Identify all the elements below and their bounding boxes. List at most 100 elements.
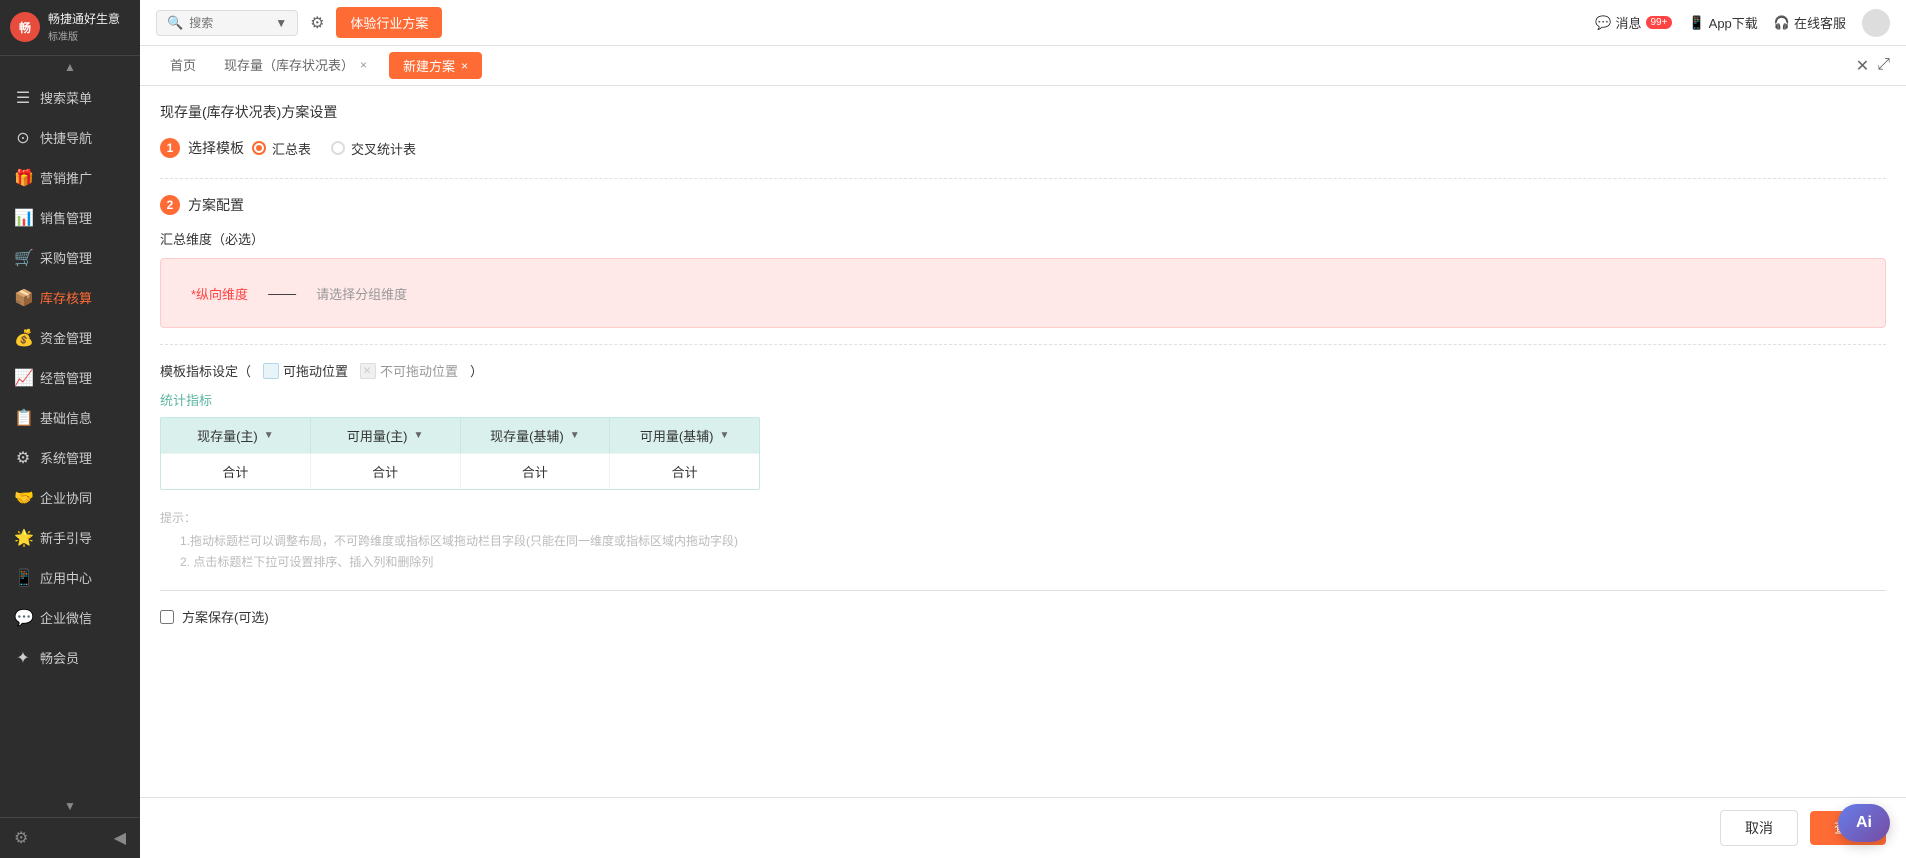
sidebar-scroll-down[interactable]: ▼ (0, 795, 140, 817)
coop-icon: 🤝 (14, 488, 32, 508)
content-inner: 现存量(库存状况表)方案设置 1 选择模板 汇总表 交叉统计表 (140, 86, 1906, 797)
step1-section: 1 选择模板 汇总表 交叉统计表 (160, 138, 1886, 158)
col-header-0[interactable]: 现存量(主) ▼ (161, 418, 311, 453)
col-header-2-chevron[interactable]: ▼ (570, 430, 580, 441)
logo-icon: 畅 (10, 12, 40, 42)
sidebar-item-basic-info[interactable]: 📋 基础信息 (0, 398, 140, 438)
no-drag-indicator: 不可拖动位置 (360, 361, 458, 380)
app-download-button[interactable]: 📱 App下载 (1688, 13, 1757, 32)
settings-icon[interactable]: ⚙ (14, 828, 28, 848)
logo-name: 畅捷通好生意 (48, 12, 120, 28)
col-header-3[interactable]: 可用量(基辅) ▼ (610, 418, 759, 453)
radio-cross-dot (331, 141, 345, 155)
settings-gear-icon[interactable]: ⚙ (310, 13, 324, 33)
online-service-button[interactable]: 🎧 在线客服 (1774, 13, 1846, 32)
wechat-icon: 💬 (14, 608, 32, 628)
radio-summary-label: 汇总表 (272, 139, 311, 158)
col-data-2: 合计 (461, 453, 611, 489)
dimension-placeholder[interactable]: 请选择分组维度 (316, 284, 407, 303)
sidebar-item-marketing[interactable]: 🎁 营销推广 (0, 158, 140, 198)
panel-close-icon[interactable]: ✕ (1856, 56, 1869, 76)
sidebar-item-system[interactable]: ⚙ 系统管理 (0, 438, 140, 478)
sidebar-item-wechat[interactable]: 💬 企业微信 (0, 598, 140, 638)
tab-new-close-icon[interactable]: × (461, 59, 468, 73)
radio-summary-dot (252, 141, 266, 155)
step2-badge: 2 (160, 195, 180, 215)
search-menu-icon: ☰ (14, 88, 32, 108)
radio-cross-label: 交叉统计表 (351, 139, 416, 158)
sidebar-item-label: 新手引导 (40, 528, 92, 547)
divider2 (160, 344, 1886, 345)
radio-cross[interactable]: 交叉统计表 (331, 139, 416, 158)
app-label: App下载 (1709, 13, 1758, 32)
save-label: 方案保存(可选) (182, 607, 269, 626)
col-header-2[interactable]: 现存量(基辅) ▼ (461, 418, 611, 453)
sidebar-item-sales[interactable]: 📊 销售管理 (0, 198, 140, 238)
operations-icon: 📈 (14, 368, 32, 388)
tab-home[interactable]: 首页 (156, 46, 210, 85)
industry-plan-button[interactable]: 体验行业方案 (336, 7, 442, 38)
phone-icon: 📱 (1688, 15, 1704, 31)
tab-inventory-close[interactable]: × (360, 58, 367, 72)
dimension-required-text: *纵向维度 (191, 284, 248, 303)
metrics-section-title: 统计指标 (160, 390, 1886, 409)
page-title: 现存量(库存状况表)方案设置 (160, 102, 1886, 122)
topbar-search-box[interactable]: 🔍 ▼ (156, 10, 298, 36)
step2-title: 方案配置 (188, 195, 244, 215)
template-radio-group: 汇总表 交叉统计表 (252, 139, 416, 158)
tab-new[interactable]: 新建方案 × (389, 52, 482, 79)
collapse-icon[interactable]: ◀ (114, 828, 126, 848)
sidebar-item-operations[interactable]: 📈 经营管理 (0, 358, 140, 398)
sidebar-scroll-up[interactable]: ▲ (0, 56, 140, 78)
col-header-3-chevron[interactable]: ▼ (720, 430, 730, 441)
cancel-button[interactable]: 取消 (1720, 810, 1798, 846)
search-input[interactable] (189, 16, 269, 30)
sidebar-item-coop[interactable]: 🤝 企业协同 (0, 478, 140, 518)
sidebar-bottom: ⚙ ◀ (0, 817, 140, 858)
content-area: 现存量(库存状况表)方案设置 1 选择模板 汇总表 交叉统计表 (140, 86, 1906, 797)
sidebar-item-label: 资金管理 (40, 328, 92, 347)
tip-item-1: 2. 点击标题栏下拉可设置排序、插入列和删除列 (160, 553, 1886, 570)
sidebar-item-label: 销售管理 (40, 208, 92, 227)
sidebar-item-quick-nav[interactable]: ⊙ 快捷导航 (0, 118, 140, 158)
finance-icon: 💰 (14, 328, 32, 348)
save-checkbox[interactable] (160, 610, 174, 624)
col-header-2-label: 现存量(基辅) (490, 426, 564, 445)
service-label: 在线客服 (1794, 13, 1846, 32)
col-header-1[interactable]: 可用量(主) ▼ (311, 418, 461, 453)
sidebar-item-label: 系统管理 (40, 448, 92, 467)
col-data-0: 合计 (161, 453, 311, 489)
sidebar-item-app-center[interactable]: 📱 应用中心 (0, 558, 140, 598)
ai-float-button[interactable]: Ai (1838, 804, 1890, 842)
col-header-1-chevron[interactable]: ▼ (414, 430, 424, 441)
message-badge: 99+ (1646, 16, 1673, 29)
message-button[interactable]: 💬 消息 99+ (1595, 13, 1672, 32)
panel-controls: ✕ ⤢ (1856, 56, 1890, 76)
search-dropdown-icon[interactable]: ▼ (275, 16, 287, 30)
user-avatar[interactable] (1862, 9, 1890, 37)
metrics-label-text: 模板指标设定（ (160, 361, 251, 380)
sidebar-item-finance[interactable]: 💰 资金管理 (0, 318, 140, 358)
sidebar-item-inventory[interactable]: 📦 库存核算 (0, 278, 140, 318)
step2-header: 2 方案配置 (160, 195, 1886, 215)
quick-nav-icon: ⊙ (14, 128, 32, 148)
col-header-0-chevron[interactable]: ▼ (264, 430, 274, 441)
sidebar-item-vip[interactable]: ✦ 畅会员 (0, 638, 140, 678)
tab-inventory[interactable]: 现存量（库存状况表） × (210, 46, 381, 85)
sidebar-item-label: 营销推广 (40, 168, 92, 187)
sidebar: 畅 畅捷通好生意 标准版 ▲ ☰ 搜索菜单 ⊙ 快捷导航 🎁 营销推广 📊 销售… (0, 0, 140, 858)
sidebar-item-label: 应用中心 (40, 568, 92, 587)
footer-bar: 取消 查询 (140, 797, 1906, 858)
tips-title: 提示： (160, 509, 1886, 526)
panel-expand-icon[interactable]: ⤢ (1877, 56, 1890, 76)
sidebar-item-new-guide[interactable]: 🌟 新手引导 (0, 518, 140, 558)
drag-box-icon (263, 363, 279, 379)
sidebar-item-purchase[interactable]: 🛒 采购管理 (0, 238, 140, 278)
sidebar-item-search-menu[interactable]: ☰ 搜索菜单 (0, 78, 140, 118)
topbar-right: 💬 消息 99+ 📱 App下载 🎧 在线客服 (1595, 9, 1890, 37)
close-paren: ） (470, 361, 483, 380)
sidebar-item-label: 畅会员 (40, 648, 79, 667)
radio-summary[interactable]: 汇总表 (252, 139, 311, 158)
step1-badge: 1 (160, 138, 180, 158)
sidebar-nav: ☰ 搜索菜单 ⊙ 快捷导航 🎁 营销推广 📊 销售管理 🛒 采购管理 📦 库存核… (0, 78, 140, 795)
